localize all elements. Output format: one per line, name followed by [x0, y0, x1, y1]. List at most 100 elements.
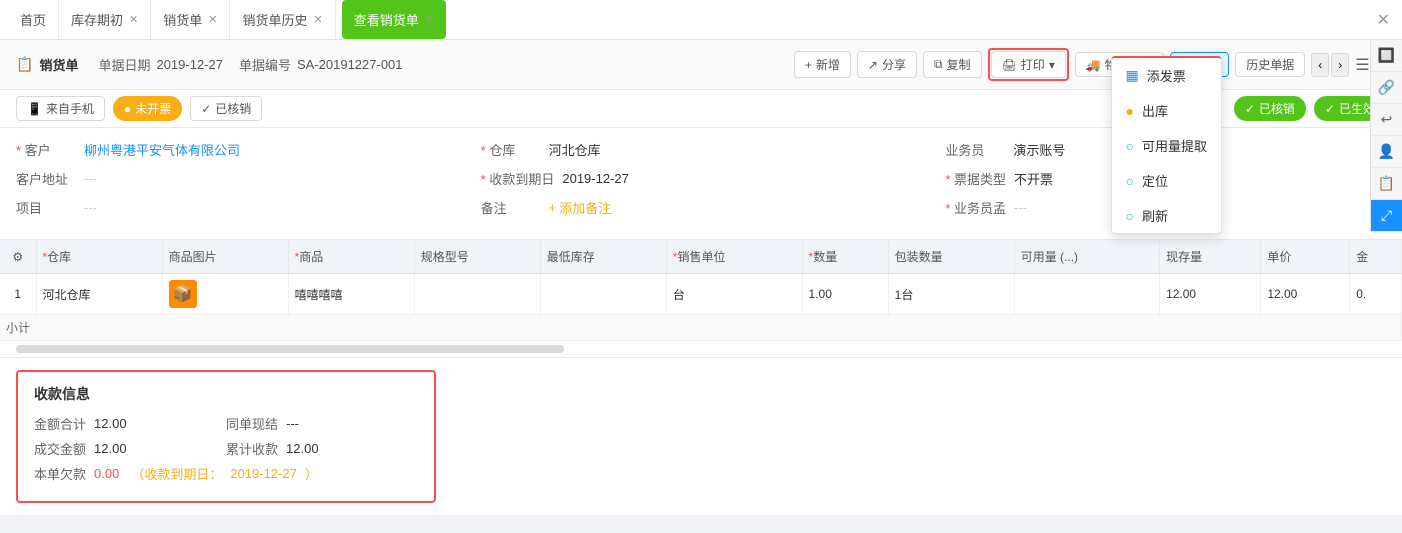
add-remark-button[interactable]: + 添加备注	[549, 198, 612, 217]
current-owe-label: 本单欠款	[34, 464, 86, 483]
history-button[interactable]: 历史单据	[1235, 52, 1305, 77]
doc-icon: 📋	[16, 56, 33, 73]
remark-field: 备注 + 添加备注	[481, 198, 922, 217]
share-button[interactable]: ↗ 分享	[857, 51, 917, 78]
receipt-title: 收款信息	[34, 384, 418, 404]
print-button[interactable]: 🖨 打印 ▾	[991, 51, 1066, 78]
total-amount-label: 金额合计	[34, 414, 86, 433]
customer-field: 客户 柳州粤港平安气体有限公司	[16, 140, 457, 159]
print-highlight: 🖨 打印 ▾	[988, 48, 1069, 81]
list-view-icon[interactable]: ☰	[1355, 55, 1369, 75]
col-product-img: 商品图片	[162, 240, 288, 274]
table-row: 1 河北仓库 📦 嘻嘻嘻嘻 台 1.00 1台 12.00 12.00 0.	[0, 274, 1402, 315]
nav-arrows: ‹ ›	[1311, 53, 1349, 77]
table-header-row: ⚙ *仓库 商品图片 *商品 规格型号 最低库存 *销售单位 *数量 包装数量 …	[0, 240, 1402, 274]
tab-view-sales-close[interactable]: ✕	[425, 13, 434, 26]
ticket-type-label: 票据类型	[945, 169, 1006, 188]
sidebar-icon-list[interactable]: 📋	[1371, 168, 1402, 200]
prev-record-button[interactable]: ‹	[1311, 53, 1329, 77]
tab-sales-order-close[interactable]: ✕	[208, 13, 217, 26]
payment-date-label: 收款到期日	[481, 169, 555, 188]
outbound-item[interactable]: ● 出库	[1112, 93, 1221, 128]
ticket-type-value: 不开票	[1014, 169, 1053, 188]
tab-sales-history-close[interactable]: ✕	[314, 13, 323, 26]
project-field: 项目 ---	[16, 198, 457, 217]
doc-number-field: 单据编号 SA-20191227-001	[239, 55, 403, 74]
col-amount: 金	[1350, 240, 1402, 274]
customer-label: 客户	[16, 140, 76, 159]
row-available	[1014, 274, 1159, 315]
sidebar-icon-doc[interactable]: 🔲	[1371, 40, 1402, 72]
not-opened-button[interactable]: ● 未开票	[113, 96, 182, 121]
receipt-row-1: 金额合计 12.00 同单现结 ---	[34, 414, 418, 433]
due-date-value: 2019-12-27	[230, 466, 297, 481]
row-warehouse: 河北仓库	[36, 274, 162, 315]
receipt-row-3: 本单欠款 0.00 （收款到期日： 2019-12-27 ）	[34, 464, 418, 483]
row-sales-unit: 台	[666, 274, 802, 315]
col-model: 规格型号	[414, 240, 540, 274]
print-icon: 🖨	[1002, 58, 1017, 72]
payment-date-field: 收款到期日 2019-12-27	[481, 169, 922, 188]
payment-date-value: 2019-12-27	[562, 171, 629, 186]
warehouse-value: 河北仓库	[549, 140, 601, 159]
warehouse-label: 仓库	[481, 140, 541, 159]
tab-sales-history[interactable]: 销货单历史 ✕	[230, 0, 335, 39]
plus-icon: +	[805, 58, 812, 72]
row-amount: 0.	[1350, 274, 1402, 315]
doc-number-value: SA-20191227-001	[297, 57, 403, 72]
sidebar-icon-link[interactable]: 🔗	[1371, 72, 1402, 104]
sidebar-icon-expand[interactable]: ⤢	[1371, 200, 1402, 232]
same-order-item: 同单现结 ---	[226, 414, 386, 433]
sidebar-icon-undo[interactable]: ↩	[1371, 104, 1402, 136]
next-record-button[interactable]: ›	[1331, 53, 1349, 77]
tab-inventory-init-close[interactable]: ✕	[129, 13, 138, 26]
right-sidebar: 🔲 🔗 ↩ 👤 📋 ⤢	[1370, 40, 1402, 232]
doc-date-label: 单据日期	[98, 55, 150, 74]
project-value: ---	[84, 200, 97, 215]
transaction-amount-value: 12.00	[94, 441, 127, 456]
subtotal-row: 小计	[0, 315, 1402, 341]
new-button[interactable]: + 新增	[794, 51, 851, 78]
tab-bar-close-button[interactable]: ✕	[1377, 10, 1390, 30]
col-quantity: *数量	[802, 240, 888, 274]
transaction-amount-item: 成交金额 12.00	[34, 439, 194, 458]
tab-inventory-init[interactable]: 库存期初 ✕	[59, 0, 151, 39]
row-unit-price: 12.00	[1261, 274, 1350, 315]
sidebar-icon-user[interactable]: 👤	[1371, 136, 1402, 168]
row-min-stock	[540, 274, 666, 315]
phone-icon: 📱	[27, 102, 42, 116]
col-product: *商品	[288, 240, 414, 274]
current-owe-item: 本单欠款 0.00 （收款到期日： 2019-12-27 ）	[34, 464, 394, 483]
customer-value[interactable]: 柳州粤港平安气体有限公司	[84, 140, 240, 159]
verified-button[interactable]: ✓ 已核销	[1234, 96, 1306, 121]
confirm-button[interactable]: ✓ 已核销	[190, 96, 262, 121]
from-phone-button[interactable]: 📱 来自手机	[16, 96, 105, 121]
tab-home[interactable]: 首页	[8, 0, 59, 39]
share-icon: ↗	[868, 58, 878, 72]
refresh-item[interactable]: ○ 刷新	[1112, 198, 1221, 233]
col-pack-qty: 包装数量	[888, 240, 1014, 274]
doc-title-text: 销货单	[39, 55, 78, 74]
col-sales-unit: *销售单位	[666, 240, 802, 274]
cumulative-item: 累计收款 12.00	[226, 439, 386, 458]
copy-icon: ⧉	[934, 57, 943, 72]
locate-item[interactable]: ○ 定位	[1112, 163, 1221, 198]
products-table: ⚙ *仓库 商品图片 *商品 规格型号 最低库存 *销售单位 *数量 包装数量 …	[0, 240, 1402, 341]
tab-sales-order[interactable]: 销货单 ✕	[151, 0, 230, 39]
truck-icon: 🚚	[1086, 58, 1101, 72]
plus-icon: +	[549, 200, 557, 215]
tab-view-sales[interactable]: 查看销货单 ✕	[342, 0, 446, 39]
col-available: 可用量 (...)	[1014, 240, 1159, 274]
add-invoice-item[interactable]: ▦ 添发票	[1112, 58, 1221, 93]
doc-actions: + 新增 ↗ 分享 ⧉ 复制 🖨 打印 ▾ 🚚 物流信息	[794, 48, 1386, 81]
available-pick-item[interactable]: ○ 可用量提取	[1112, 128, 1221, 163]
total-amount-value: 12.00	[94, 416, 127, 431]
copy-button[interactable]: ⧉ 复制	[923, 51, 982, 78]
horizontal-scrollbar[interactable]	[16, 345, 564, 353]
receipt-info-panel: 收款信息 金额合计 12.00 同单现结 --- 成交金额 12.00 累计收款	[16, 370, 436, 503]
doc-meta: 单据日期 2019-12-27 单据编号 SA-20191227-001	[98, 55, 402, 74]
row-product-img: 📦	[162, 274, 288, 315]
available-pick-icon: ○	[1126, 138, 1134, 154]
same-order-label: 同单现结	[226, 414, 278, 433]
locate-icon: ○	[1126, 173, 1134, 189]
